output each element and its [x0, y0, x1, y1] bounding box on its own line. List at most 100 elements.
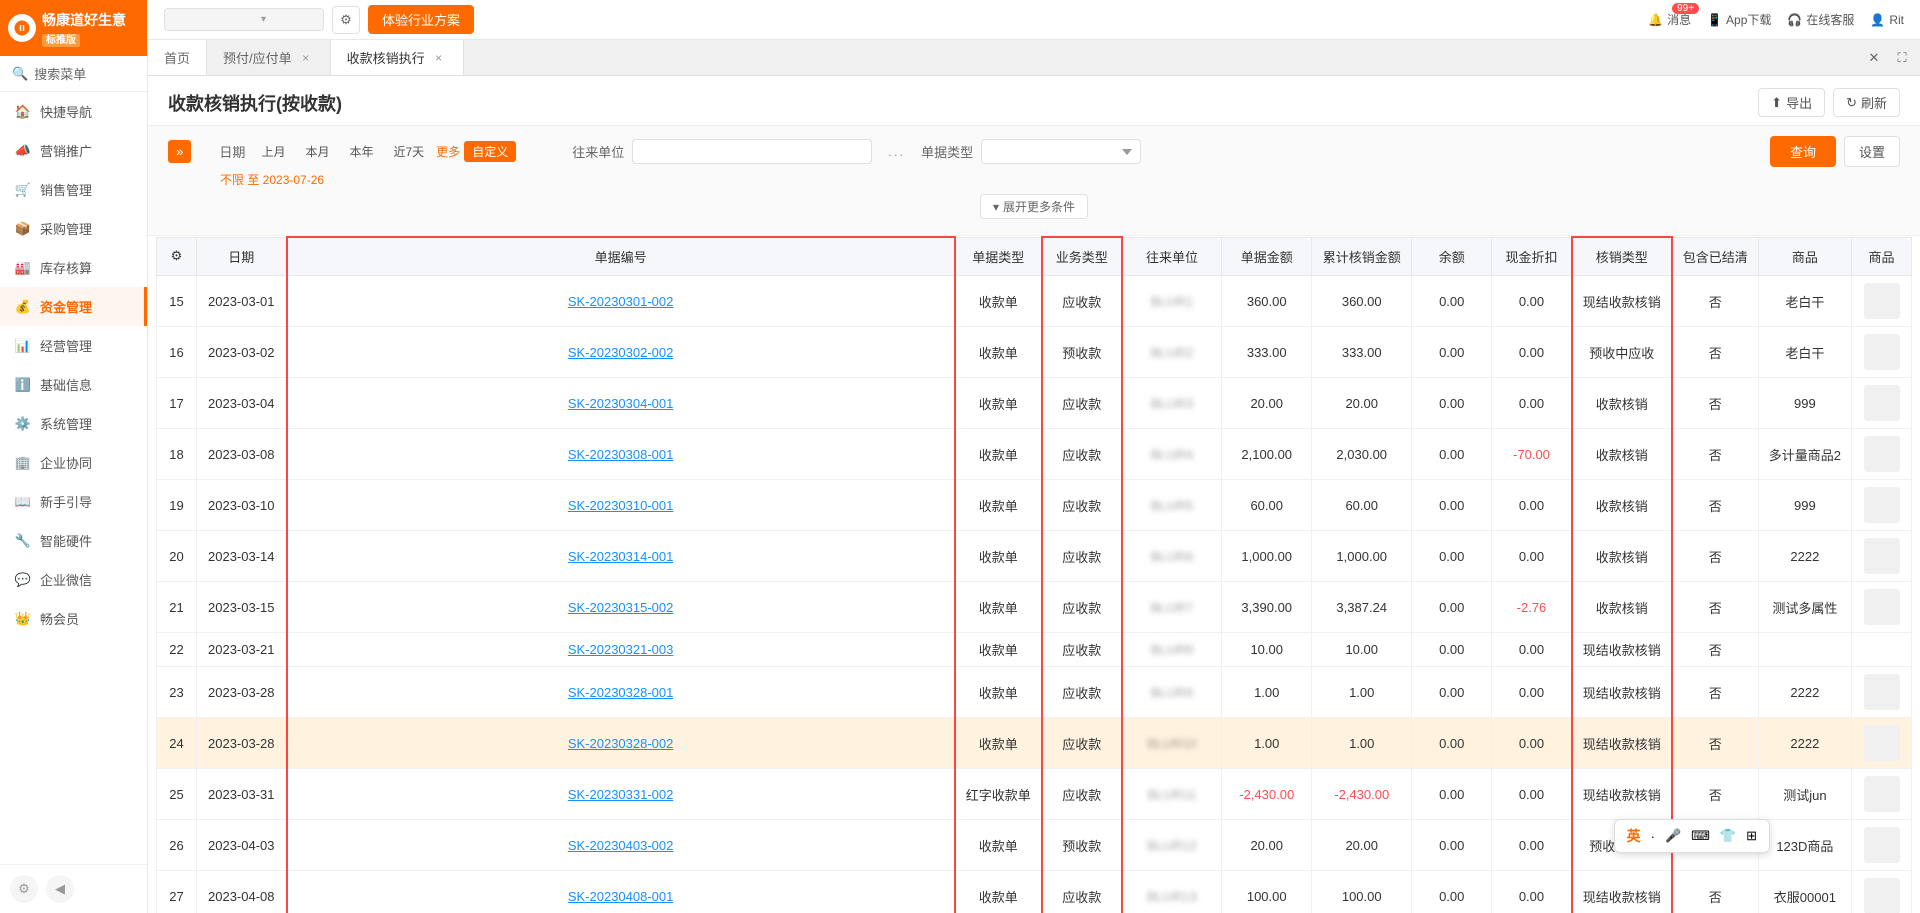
tab-receipt-exec-close[interactable]: ×	[431, 50, 447, 66]
bill-no-link[interactable]: SK-20230304-001	[568, 396, 674, 411]
industry-button[interactable]: 体验行业方案	[368, 5, 474, 34]
sidebar-item-marketing[interactable]: 📣 营销推广	[0, 131, 147, 170]
col-header-cash-discount[interactable]: 现金折扣	[1492, 237, 1572, 276]
cell-xtype: 现结收款核销	[1572, 276, 1672, 327]
phone-icon: 📱	[1707, 13, 1722, 27]
col-header-amount[interactable]: 单据金额	[1222, 237, 1312, 276]
chevron-down-icon: ▾	[993, 200, 999, 214]
col-header-balance[interactable]: 余额	[1412, 237, 1492, 276]
cell-date: 2023-03-01	[197, 276, 287, 327]
date-custom-btn[interactable]: 自定义	[464, 141, 516, 162]
cell-cash-discount: 0.00	[1492, 276, 1572, 327]
sidebar-item-hardware[interactable]: 🔧 智能硬件	[0, 521, 147, 560]
tab-home[interactable]: 首页	[148, 40, 207, 75]
date-this-month-btn[interactable]: 本月	[297, 141, 337, 162]
date-7days-btn[interactable]: 近7天	[385, 141, 432, 162]
filter-settings-button[interactable]: 设置	[1844, 136, 1900, 167]
col-header-biz-type[interactable]: 业务类型	[1042, 237, 1122, 276]
sidebar-item-purchase[interactable]: 📦 采购管理	[0, 209, 147, 248]
bill-no-link[interactable]: SK-20230310-001	[568, 498, 674, 513]
cell-bill-type: 收款单	[955, 718, 1042, 769]
col-header-date[interactable]: 日期	[197, 237, 287, 276]
date-last-month-btn[interactable]: 上月	[253, 141, 293, 162]
cell-bill-no: SK-20230308-001	[287, 429, 955, 480]
cell-amount: 1.00	[1222, 667, 1312, 718]
sidebar-item-inventory[interactable]: 🏭 库存核算	[0, 248, 147, 287]
sidebar-item-capital[interactable]: 💰 资金管理	[0, 287, 147, 326]
bill-no-link[interactable]: SK-20230321-003	[568, 642, 674, 657]
sidebar-item-guide[interactable]: 📖 新手引导	[0, 482, 147, 521]
cell-include-settled: 否	[1672, 582, 1759, 633]
cell-balance: 0.00	[1412, 429, 1492, 480]
close-tab-btn[interactable]: ✕	[1860, 44, 1888, 72]
notification-item[interactable]: 🔔 消息 99+	[1648, 11, 1691, 28]
col-header-xtype[interactable]: 核销类型	[1572, 237, 1672, 276]
col-header-bill-type[interactable]: 单据类型	[955, 237, 1042, 276]
bill-no-link[interactable]: SK-20230314-001	[568, 549, 674, 564]
bill-no-link[interactable]: SK-20230403-002	[568, 838, 674, 853]
ime-keyboard-icon[interactable]: ⌨	[1691, 828, 1710, 844]
query-button[interactable]: 查询	[1770, 136, 1836, 167]
col-header-goods[interactable]: 商品	[1758, 237, 1851, 276]
ime-grid-icon[interactable]: ⊞	[1746, 828, 1757, 844]
tab-prepay[interactable]: 预付/应付单 ×	[207, 40, 331, 75]
cell-date: 2023-03-10	[197, 480, 287, 531]
col-header-gear[interactable]: ⚙	[157, 237, 197, 276]
sidebar-item-enterprise[interactable]: 🏢 企业协同	[0, 443, 147, 482]
maximize-btn[interactable]: ⛶	[1888, 44, 1916, 72]
bill-no-link[interactable]: SK-20230301-002	[568, 294, 674, 309]
user-profile[interactable]: 👤 Rit	[1870, 13, 1904, 27]
expand-filter-button[interactable]: ▾ 展开更多条件	[980, 194, 1088, 219]
date-more-btn[interactable]: 更多	[436, 143, 460, 160]
ime-shirt-icon[interactable]: 👕	[1720, 828, 1736, 844]
tab-prepay-close[interactable]: ×	[298, 50, 314, 66]
bill-no-link[interactable]: SK-20230408-001	[568, 889, 674, 904]
bill-type-select[interactable]	[981, 139, 1141, 164]
cell-balance: 0.00	[1412, 871, 1492, 913]
sidebar-item-operation[interactable]: 📊 经营管理	[0, 326, 147, 365]
bill-no-link[interactable]: SK-20230328-002	[568, 736, 674, 751]
tab-bar: 首页 预付/应付单 × 收款核销执行 × ✕ ⛶	[148, 40, 1920, 76]
sidebar-item-sales[interactable]: 🛒 销售管理	[0, 170, 147, 209]
bill-no-link[interactable]: SK-20230331-002	[568, 787, 674, 802]
ime-mic-icon[interactable]: 🎤	[1665, 828, 1681, 844]
col-header-acc-amount[interactable]: 累计核销金额	[1312, 237, 1412, 276]
cell-biz-type: 应收款	[1042, 769, 1122, 820]
bill-no-link[interactable]: SK-20230308-001	[568, 447, 674, 462]
bill-no-link[interactable]: SK-20230315-002	[568, 600, 674, 615]
date-this-year-btn[interactable]: 本年	[341, 141, 381, 162]
partner-input[interactable]	[632, 139, 872, 164]
col-header-include-settled[interactable]: 包含已结清	[1672, 237, 1759, 276]
breadcrumb-select[interactable]: ▾	[164, 8, 324, 31]
sidebar-item-basic[interactable]: ℹ️ 基础信息	[0, 365, 147, 404]
col-header-bill-no[interactable]: 单据编号	[287, 237, 955, 276]
sidebar-item-quick-nav[interactable]: 🏠 快捷导航	[0, 92, 147, 131]
col-header-goods-img[interactable]: 商品	[1852, 237, 1912, 276]
cell-xtype: 收款核销	[1572, 582, 1672, 633]
app-download-item[interactable]: 📱 App下载	[1707, 11, 1771, 28]
cell-partner: BLUR8	[1122, 633, 1222, 667]
cell-cash-discount: 0.00	[1492, 531, 1572, 582]
settings-bottom-icon[interactable]: ⚙	[10, 875, 38, 903]
refresh-button[interactable]: ↻ 刷新	[1833, 88, 1900, 117]
filter-toggle-btn[interactable]: »	[168, 140, 191, 163]
data-table: ⚙ 日期 单据编号 单据类型 业务类型 往来单位 单据金额 累计核销金额 余额 …	[156, 236, 1912, 913]
sidebar-search[interactable]: 🔍 搜索菜单	[0, 56, 147, 92]
bill-no-link[interactable]: SK-20230302-002	[568, 345, 674, 360]
table-row: 17 2023-03-04 SK-20230304-001 收款单 应收款 BL…	[157, 378, 1912, 429]
cell-amount: 1,000.00	[1222, 531, 1312, 582]
sidebar-item-system[interactable]: ⚙️ 系统管理	[0, 404, 147, 443]
bill-no-link[interactable]: SK-20230328-001	[568, 685, 674, 700]
online-service-item[interactable]: 🎧 在线客服	[1787, 11, 1854, 28]
tab-receipt-exec[interactable]: 收款核销执行 ×	[331, 40, 464, 75]
export-button[interactable]: ⬆ 导出	[1758, 88, 1825, 117]
table-container[interactable]: ⚙ 日期 单据编号 单据类型 业务类型 往来单位 单据金额 累计核销金额 余额 …	[148, 236, 1920, 913]
cell-include-settled: 否	[1672, 769, 1759, 820]
cell-amount: 100.00	[1222, 871, 1312, 913]
gear-button[interactable]: ⚙	[332, 6, 360, 34]
cell-cash-discount: 0.00	[1492, 633, 1572, 667]
sidebar-item-wechat[interactable]: 💬 企业微信	[0, 560, 147, 599]
col-header-partner[interactable]: 往来单位	[1122, 237, 1222, 276]
collapse-icon[interactable]: ◀	[46, 875, 74, 903]
sidebar-item-member[interactable]: 👑 畅会员	[0, 599, 147, 638]
